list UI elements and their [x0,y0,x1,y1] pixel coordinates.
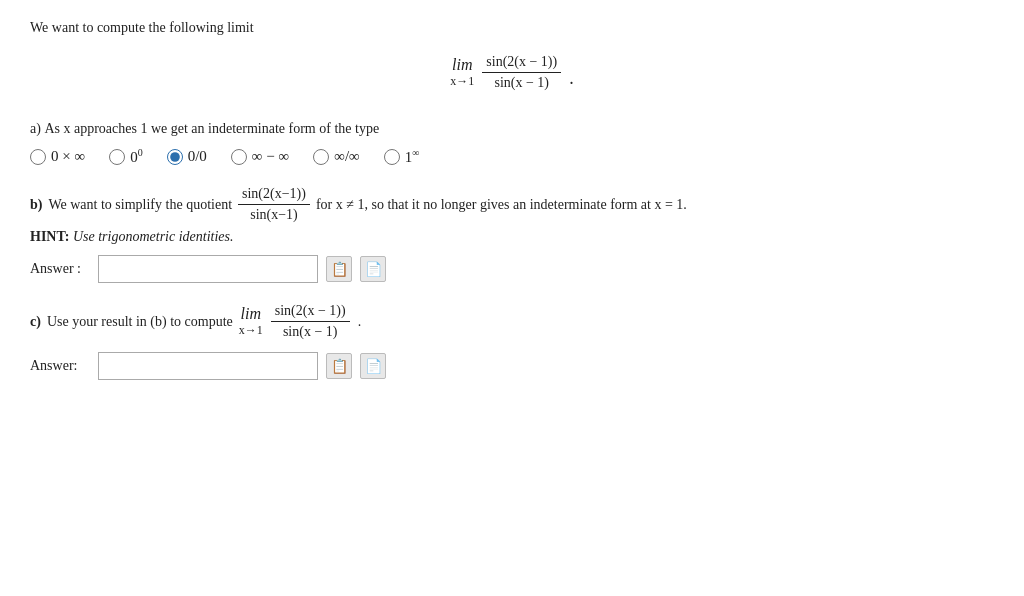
part-b-answer-row: Answer : 📋 📄 [30,255,994,283]
option-infty-infty-label: ∞ − ∞ [252,148,289,165]
main-limit-denominator: sin(x − 1) [490,73,553,91]
part-c-label: c) [30,314,41,330]
part-c-answer-label: Answer: [30,358,90,374]
hint-bold: HINT: [30,229,69,244]
part-b-answer-input[interactable] [98,255,318,283]
option-infty-infty[interactable]: ∞ − ∞ [231,148,289,165]
option-infty/infty[interactable]: ∞/∞ [313,148,360,165]
part-c-period: . [358,314,362,330]
option-1^infty[interactable]: 1∞ [384,147,420,166]
part-a-question: As x approaches 1 we get an indeterminat… [44,121,379,136]
part-c-lim-sub: x→1 [239,323,263,338]
option-0/0-label: 0/0 [188,148,207,165]
radio-0xinfty[interactable] [30,149,46,165]
main-limit: lim x→1 sin(2(x − 1)) sin(x − 1) . [30,54,994,91]
part-c-fraction: sin(2(x − 1)) sin(x − 1) [271,303,350,340]
section-c: c) Use your result in (b) to compute lim… [30,303,994,380]
part-c-paste-icon[interactable]: 📄 [360,353,386,379]
part-c-copy-icon[interactable]: 📋 [326,353,352,379]
part-b-fraction: sin(2(x−1)) sin(x−1) [238,186,310,223]
part-c-limit: lim x→1 sin(2(x − 1)) sin(x − 1) . [239,303,361,340]
part-b-answer-label: Answer : [30,261,90,277]
part-b-label: b) [30,197,42,213]
part-b-paste-icon[interactable]: 📄 [360,256,386,282]
part-c-answer-row: Answer: 📋 📄 [30,352,994,380]
option-0xinfty-label: 0 × ∞ [51,148,85,165]
period: . [569,68,574,89]
part-c-numerator: sin(2(x − 1)) [271,303,350,322]
part-c-lim-word: lim [241,305,261,323]
part-b-prefix: We want to simplify the quotient [48,197,232,213]
part-c-answer-input[interactable] [98,352,318,380]
main-limit-numerator: sin(2(x − 1)) [482,54,561,73]
part-b-copy-icon[interactable]: 📋 [326,256,352,282]
radio-group: 0 × ∞ 00 0/0 ∞ − ∞ ∞/∞ 1∞ [30,147,994,166]
part-c-prefix: Use your result in (b) to compute [47,314,233,330]
option-0xinfty[interactable]: 0 × ∞ [30,148,85,165]
lim-word: lim [452,56,472,74]
intro-text: We want to compute the following limit [30,20,994,36]
lim-subscript: x→1 [450,74,474,89]
option-1^infty-label: 1∞ [405,147,420,166]
hint-body: Use trigonometric identities. [73,229,234,244]
radio-0^0[interactable] [109,149,125,165]
part-b-suffix: for x ≠ 1, so that it no longer gives an… [316,197,687,213]
radio-infty/infty[interactable] [313,149,329,165]
part-a-label: a) As x approaches 1 we get an indetermi… [30,121,994,137]
radio-infty-infty[interactable] [231,149,247,165]
radio-1^infty[interactable] [384,149,400,165]
radio-0/0[interactable] [167,149,183,165]
section-b: b) We want to simplify the quotient sin(… [30,186,994,283]
part-b-numerator: sin(2(x−1)) [238,186,310,205]
option-infty/infty-label: ∞/∞ [334,148,360,165]
hint-text: HINT: Use trigonometric identities. [30,229,994,245]
part-c-denominator: sin(x − 1) [279,322,342,340]
option-0^0[interactable]: 00 [109,147,143,166]
part-b-denominator: sin(x−1) [246,205,302,223]
option-0^0-label: 00 [130,147,143,166]
part-c-question: c) Use your result in (b) to compute lim… [30,303,994,340]
section-a: a) As x approaches 1 we get an indetermi… [30,121,994,166]
option-0/0[interactable]: 0/0 [167,148,207,165]
part-b-question: b) We want to simplify the quotient sin(… [30,186,994,223]
